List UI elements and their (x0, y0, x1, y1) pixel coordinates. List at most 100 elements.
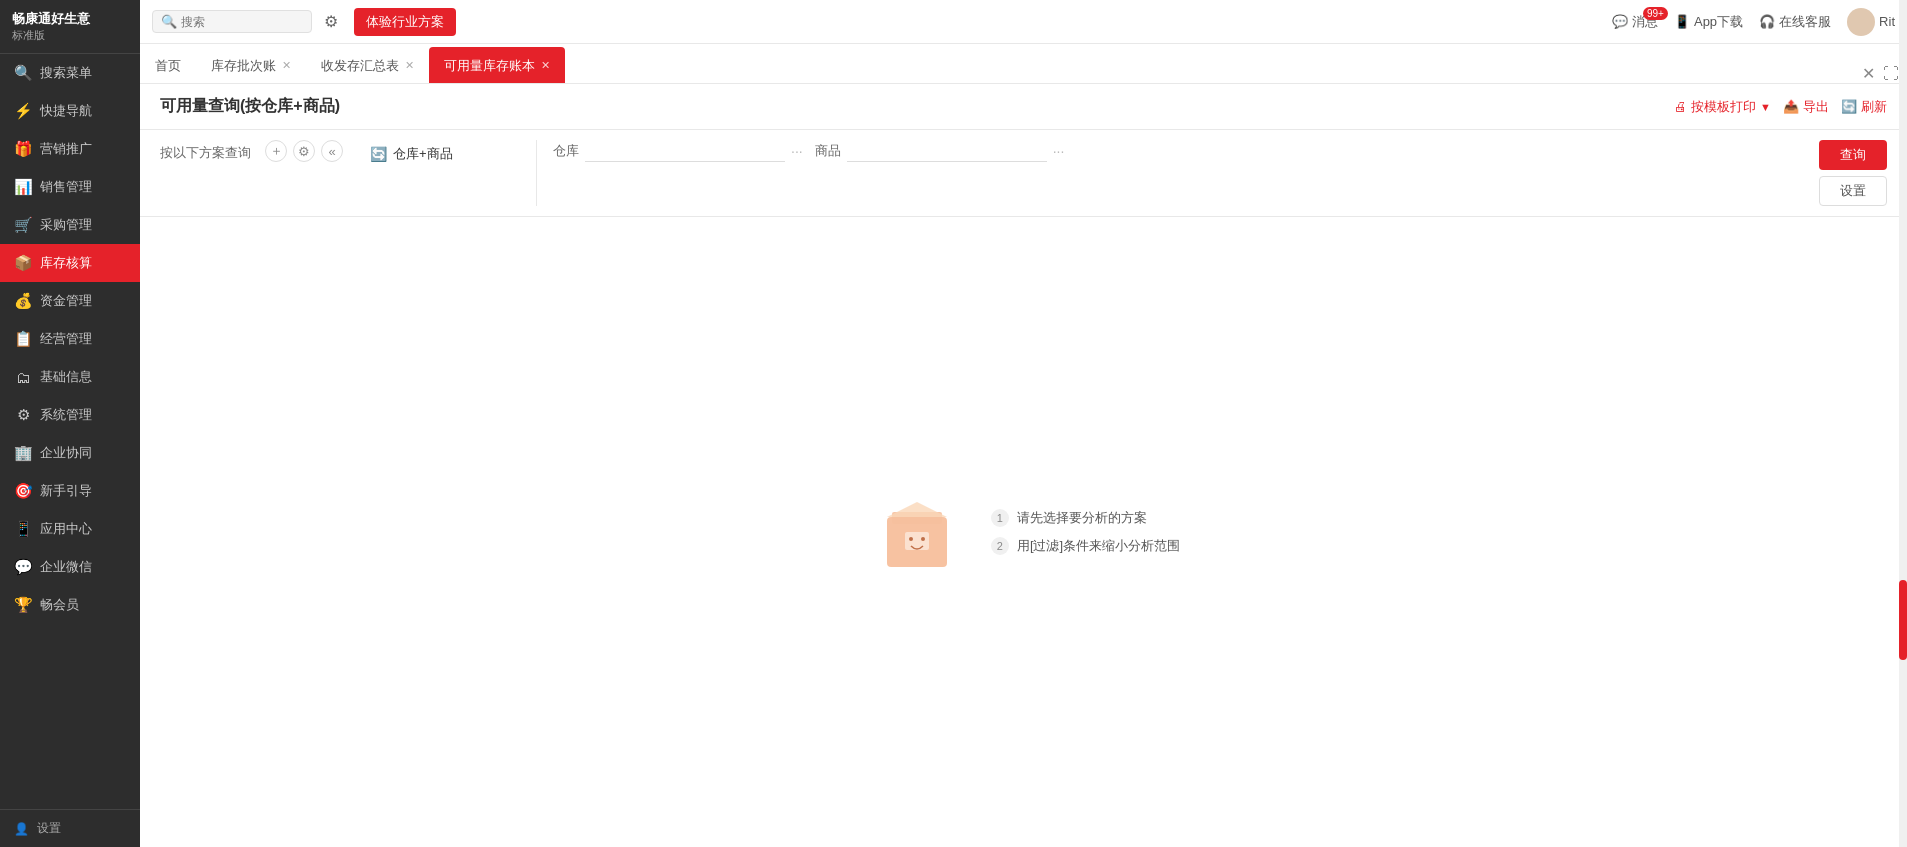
search-icon: 🔍 (161, 14, 177, 29)
sidebar-item-search[interactable]: 🔍 搜索菜单 (0, 54, 140, 92)
sidebar-item-label-search: 搜索菜单 (40, 64, 92, 82)
warehouse-input[interactable] (585, 140, 785, 162)
filter-area: 按以下方案查询 ＋ ⚙ « 🔄 仓库+商品 仓库 ··· (140, 130, 1907, 217)
add-scheme-btn[interactable]: ＋ (265, 140, 287, 162)
scheme-name: 仓库+商品 (393, 145, 453, 163)
product-more-icon[interactable]: ··· (1053, 143, 1065, 159)
product-field-label: 商品 (815, 142, 841, 160)
product-input[interactable] (847, 140, 1047, 162)
sidebar-item-operation[interactable]: 📋经营管理 (0, 320, 140, 358)
sidebar-item-vip[interactable]: 🏆 畅会员 (0, 586, 140, 624)
filter-scheme-actions: ＋ ⚙ « (265, 140, 343, 162)
print-btn[interactable]: 🖨 按模板打印 ▼ (1674, 98, 1771, 116)
filter-label: 按以下方案查询 (160, 140, 251, 162)
sidebar-item-finance[interactable]: 💰资金管理 (0, 282, 140, 320)
svg-point-4 (909, 537, 913, 541)
app-version: 标准版 (12, 28, 128, 43)
empty-tip-1: 1 请先选择要分析的方案 (991, 509, 1180, 527)
filter-field-warehouse: 仓库 ··· (553, 140, 803, 162)
system-icon: ⚙ (14, 406, 32, 424)
sidebar-item-wechat[interactable]: 💬企业微信 (0, 548, 140, 586)
scrollbar-thumb (1899, 580, 1907, 660)
gear-icon[interactable]: ⚙ (320, 8, 342, 35)
tab-expand-icon[interactable]: ⛶ (1883, 65, 1899, 83)
apps-icon: 📱 (14, 520, 32, 538)
sidebar-item-newbie[interactable]: 🎯新手引导 (0, 472, 140, 510)
collapse-scheme-btn[interactable]: « (321, 140, 343, 162)
query-btn[interactable]: 查询 (1819, 140, 1887, 170)
sidebar-item-marketing[interactable]: 🎁 营销推广 (0, 130, 140, 168)
sidebar-item-label-system: 系统管理 (40, 406, 92, 424)
avatar (1847, 8, 1875, 36)
sidebar-item-label-marketing: 营销推广 (40, 140, 92, 158)
edit-scheme-btn[interactable]: ⚙ (293, 140, 315, 162)
sidebar-item-label-wechat: 企业微信 (40, 558, 92, 576)
finance-icon: 💰 (14, 292, 32, 310)
search-icon: 🔍 (14, 64, 32, 82)
marketing-icon: 🎁 (14, 140, 32, 158)
right-scrollbar (1899, 0, 1907, 847)
tabs-bar: 首页 库存批次账 ✕ 收发存汇总表 ✕ 可用量库存账本 ✕ ✕ ⛶ (140, 44, 1907, 84)
sidebar-item-label-apps: 应用中心 (40, 520, 92, 538)
tab-batch-account[interactable]: 库存批次账 ✕ (196, 47, 306, 83)
sidebar-item-label-purchase: 采购管理 (40, 216, 92, 234)
inventory-icon: 📦 (14, 254, 32, 272)
sales-icon: 📊 (14, 178, 32, 196)
settings-btn[interactable]: 设置 (1819, 176, 1887, 206)
tip-num-2: 2 (991, 537, 1009, 555)
industry-btn[interactable]: 体验行业方案 (354, 8, 456, 36)
sidebar-item-purchase[interactable]: 🛒采购管理 (0, 206, 140, 244)
sidebar-item-apps[interactable]: 📱 应用中心 (0, 510, 140, 548)
base-icon: 🗂 (14, 369, 32, 386)
sidebar-footer[interactable]: 👤 设置 (0, 809, 140, 847)
sidebar-item-enterprise[interactable]: 🏢企业协同 (0, 434, 140, 472)
refresh-label: 刷新 (1861, 98, 1887, 116)
user-profile[interactable]: Rit (1847, 8, 1895, 36)
message-icon: 💬 (1612, 14, 1628, 29)
sidebar-item-base[interactable]: 🗂基础信息 (0, 358, 140, 396)
print-dropdown-icon[interactable]: ▼ (1760, 101, 1771, 113)
tip-text-2: 用[过滤]条件来缩小分析范围 (1017, 537, 1180, 555)
tab-available-ledger[interactable]: 可用量库存账本 ✕ (429, 47, 565, 83)
app-download-btn[interactable]: 📱 App下载 (1674, 13, 1743, 31)
tip-text-1: 请先选择要分析的方案 (1017, 509, 1147, 527)
sidebar-item-shortcut[interactable]: ⚡快捷导航 (0, 92, 140, 130)
main: 🔍 ⚙ 体验行业方案 💬 消息 99+ 📱 App下载 🎧 在线客服 Rit (140, 0, 1907, 847)
tab-home[interactable]: 首页 (140, 47, 196, 83)
sidebar-item-sales[interactable]: 📊 销售管理 (0, 168, 140, 206)
sidebar-item-system[interactable]: ⚙ 系统管理 (0, 396, 140, 434)
search-input[interactable] (181, 15, 303, 29)
svg-marker-2 (887, 502, 947, 517)
tab-available-ledger-close[interactable]: ✕ (541, 59, 550, 72)
empty-illustration (867, 482, 967, 582)
tab-stock-summary-close[interactable]: ✕ (405, 59, 414, 72)
page-content: 可用量查询(按仓库+商品) 🖨 按模板打印 ▼ 📤 导出 🔄 刷新 (140, 84, 1907, 847)
export-label: 导出 (1803, 98, 1829, 116)
filter-fields: 仓库 ··· 商品 ··· (553, 140, 1819, 162)
scheme-item-warehouse-product[interactable]: 🔄 仓库+商品 (360, 140, 520, 168)
tab-close-icon[interactable]: ✕ (1862, 64, 1875, 83)
username-label: Rit (1879, 14, 1895, 29)
tab-batch-account-close[interactable]: ✕ (282, 59, 291, 72)
app-download-label: App下载 (1694, 13, 1743, 31)
svg-point-5 (921, 537, 925, 541)
sidebar-item-label-shortcut: 快捷导航 (40, 102, 92, 120)
sidebar-item-label-vip: 畅会员 (40, 596, 79, 614)
topbar: 🔍 ⚙ 体验行业方案 💬 消息 99+ 📱 App下载 🎧 在线客服 Rit (140, 0, 1907, 44)
vip-icon: 🏆 (14, 596, 32, 614)
sidebar-item-label-sales: 销售管理 (40, 178, 92, 196)
empty-tips: 1 请先选择要分析的方案 2 用[过滤]条件来缩小分析范围 (991, 509, 1180, 555)
sidebar-item-inventory[interactable]: 📦 库存核算 (0, 244, 140, 282)
tab-stock-summary[interactable]: 收发存汇总表 ✕ (306, 47, 429, 83)
print-icon: 🖨 (1674, 99, 1687, 114)
message-btn[interactable]: 💬 消息 99+ (1612, 13, 1658, 31)
customer-service-btn[interactable]: 🎧 在线客服 (1759, 13, 1831, 31)
warehouse-more-icon[interactable]: ··· (791, 143, 803, 159)
export-btn[interactable]: 📤 导出 (1783, 98, 1829, 116)
sidebar-item-label-inventory: 库存核算 (40, 254, 92, 272)
refresh-btn[interactable]: 🔄 刷新 (1841, 98, 1887, 116)
scheme-icon: 🔄 (370, 146, 387, 162)
filter-divider (536, 140, 537, 206)
topbar-search-box[interactable]: 🔍 (152, 10, 312, 33)
refresh-icon: 🔄 (1841, 99, 1857, 114)
